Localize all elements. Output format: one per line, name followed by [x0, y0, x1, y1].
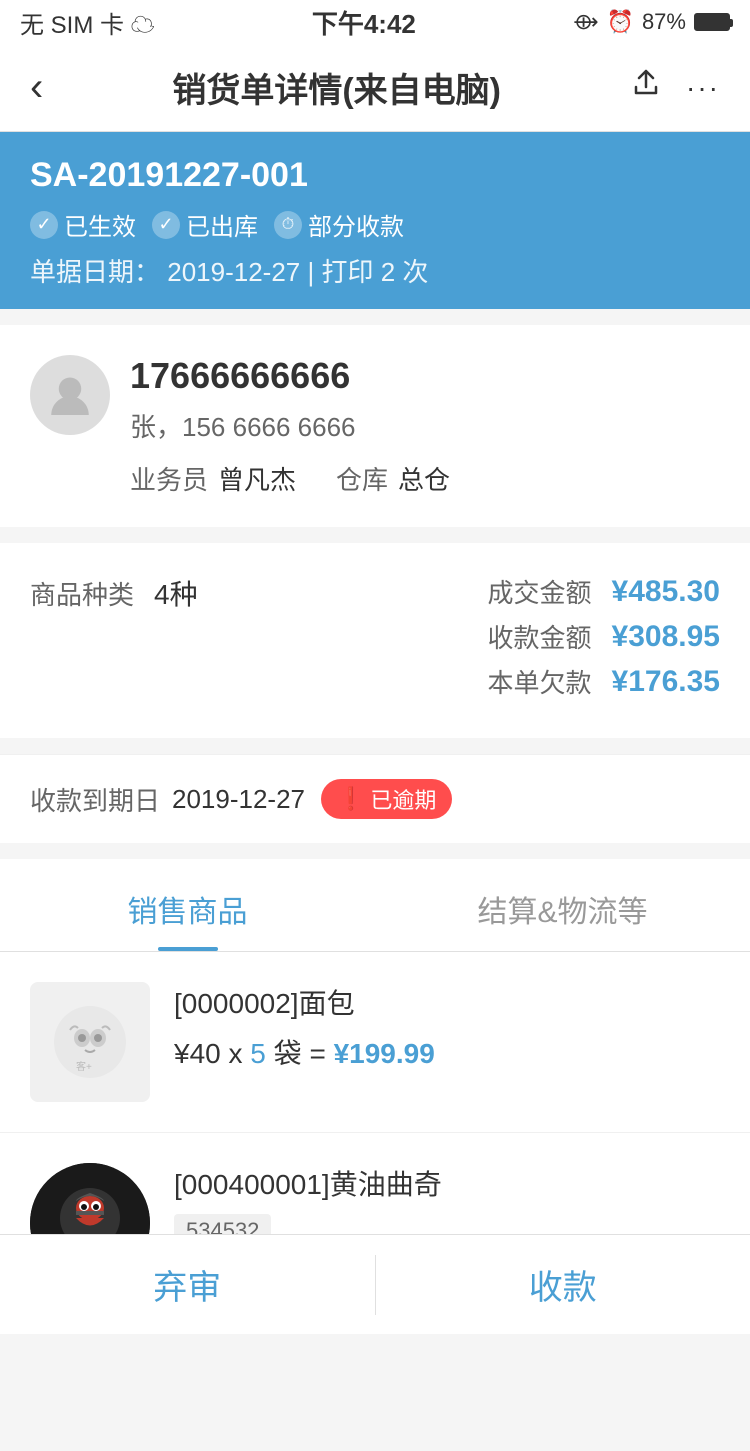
order-date: 2019-12-27	[167, 257, 300, 287]
amount-row-2: 收款金额 ¥308.95	[488, 618, 720, 655]
price-sep-1: =	[309, 1038, 333, 1069]
price-unit-1: 袋	[274, 1038, 302, 1069]
product-name-1: [0000002]面包	[174, 982, 720, 1022]
price-qty-1: 5	[250, 1038, 266, 1069]
due-date-section: 收款到期日 2019-12-27 ❗ 已逾期	[0, 754, 750, 843]
sales-info: 业务员 曾凡杰	[130, 460, 296, 497]
product-info-1: [0000002]面包 ¥40 x 5 袋 = ¥199.99	[174, 982, 720, 1072]
battery-icon	[694, 13, 730, 31]
amount-label-3: 本单欠款	[488, 663, 592, 700]
date-label: 单据日期：	[30, 257, 160, 287]
table-row: 客+ [0000002]面包 ¥40 x 5 袋 = ¥199.99	[0, 952, 750, 1133]
page-title: 销货单详情(来自电脑)	[172, 63, 501, 112]
order-date-line: 单据日期： 2019-12-27 | 打印 2 次	[30, 252, 720, 289]
effective-icon: ✓	[30, 211, 58, 239]
warehouse-name: 总仓	[398, 460, 450, 497]
status-left: 无 SIM 卡 ☁	[20, 5, 155, 40]
product-price-1: ¥40 x 5 袋 = ¥199.99	[174, 1032, 720, 1072]
status-right: ⟴ ⏰ 87%	[573, 9, 730, 35]
sales-name: 曾凡杰	[218, 460, 296, 497]
price-base-1: ¥40	[174, 1038, 221, 1069]
bottom-bar: 弃审 收款	[0, 1234, 750, 1334]
type-value: 4种	[154, 573, 198, 613]
status-badges: ✓ 已生效 ✓ 已出库 ⏱ 部分收款	[30, 207, 720, 242]
overdue-text: 已逾期	[370, 783, 436, 815]
status-time: 下午4:42	[312, 4, 416, 41]
sim-status: 无 SIM 卡 ☁	[20, 5, 155, 40]
summary-left: 商品种类 4种	[30, 573, 198, 613]
badge-partial: ⏱ 部分收款	[274, 207, 404, 242]
header-banner: SA-20191227-001 ✓ 已生效 ✓ 已出库 ⏱ 部分收款 单据日期：…	[0, 132, 750, 309]
order-id: SA-20191227-001	[30, 156, 308, 195]
tab-settlement[interactable]: 结算&物流等	[375, 859, 750, 951]
badge-partial-text: 部分收款	[308, 207, 404, 242]
badge-shipped: ✓ 已出库	[152, 207, 258, 242]
reject-button[interactable]: 弃审	[0, 1235, 375, 1334]
summary-section: 商品种类 4种 成交金额 ¥485.30 收款金额 ¥308.95 本单欠款 ¥…	[0, 543, 750, 738]
partial-icon: ⏱	[274, 211, 302, 239]
due-label: 收款到期日	[30, 781, 160, 818]
share-button[interactable]	[630, 67, 662, 108]
warehouse-label: 仓库	[336, 460, 388, 497]
overdue-badge: ❗ 已逾期	[321, 779, 452, 819]
more-button[interactable]: ···	[686, 72, 720, 104]
tab-sales-products[interactable]: 销售商品	[0, 859, 375, 951]
tabs-bar: 销售商品 结算&物流等	[0, 859, 750, 952]
badge-effective: ✓ 已生效	[30, 207, 136, 242]
product-name-2: [000400001]黄油曲奇	[174, 1163, 720, 1203]
shipped-icon: ✓	[152, 211, 180, 239]
status-bar: 无 SIM 卡 ☁ 下午4:42 ⟴ ⏰ 87%	[0, 0, 750, 44]
summary-right: 成交金额 ¥485.30 收款金额 ¥308.95 本单欠款 ¥176.35	[488, 573, 720, 708]
alarm-icon: ⏰	[607, 9, 634, 35]
customer-avatar	[30, 355, 110, 435]
divider-2	[0, 843, 750, 859]
print-info: 打印 2 次	[321, 257, 428, 287]
badge-effective-text: 已生效	[64, 207, 136, 242]
type-label: 商品种类	[30, 575, 134, 612]
customer-section: 17666666666 张，156 6666 6666 业务员 曾凡杰 仓库 总…	[0, 325, 750, 527]
amount-value-2: ¥308.95	[612, 620, 720, 654]
back-button[interactable]: ‹	[30, 65, 43, 110]
customer-info: 17666666666 张，156 6666 6666 业务员 曾凡杰 仓库 总…	[130, 355, 720, 497]
amount-label-1: 成交金额	[488, 573, 592, 610]
amount-value-3: ¥176.35	[612, 665, 720, 699]
amount-row-3: 本单欠款 ¥176.35	[488, 663, 720, 700]
svg-text:客+: 客+	[76, 1060, 92, 1073]
customer-phone: 17666666666	[130, 355, 720, 397]
nav-bar: ‹ 销货单详情(来自电脑) ···	[0, 44, 750, 132]
collect-button[interactable]: 收款	[376, 1235, 750, 1334]
overdue-icon: ❗	[337, 786, 364, 812]
bottom-spacer	[0, 1331, 750, 1451]
amount-value-1: ¥485.30	[612, 575, 720, 609]
nav-actions: ···	[630, 67, 720, 108]
badge-shipped-text: 已出库	[186, 207, 258, 242]
warehouse-info: 仓库 总仓	[336, 460, 450, 497]
location-icon: ⟴	[573, 9, 598, 35]
price-total-1: ¥199.99	[334, 1038, 435, 1069]
price-x-1: x	[229, 1038, 251, 1069]
divider-1	[0, 527, 750, 543]
customer-name: 张，156 6666 6666	[130, 407, 720, 444]
date-separator: |	[307, 257, 321, 287]
sales-label: 业务员	[130, 460, 208, 497]
customer-meta: 业务员 曾凡杰 仓库 总仓	[130, 460, 720, 497]
battery-level: 87%	[642, 9, 686, 35]
amount-row-1: 成交金额 ¥485.30	[488, 573, 720, 610]
product-image-1: 客+	[30, 982, 150, 1102]
due-date: 2019-12-27	[172, 784, 305, 815]
amount-label-2: 收款金额	[488, 618, 592, 655]
